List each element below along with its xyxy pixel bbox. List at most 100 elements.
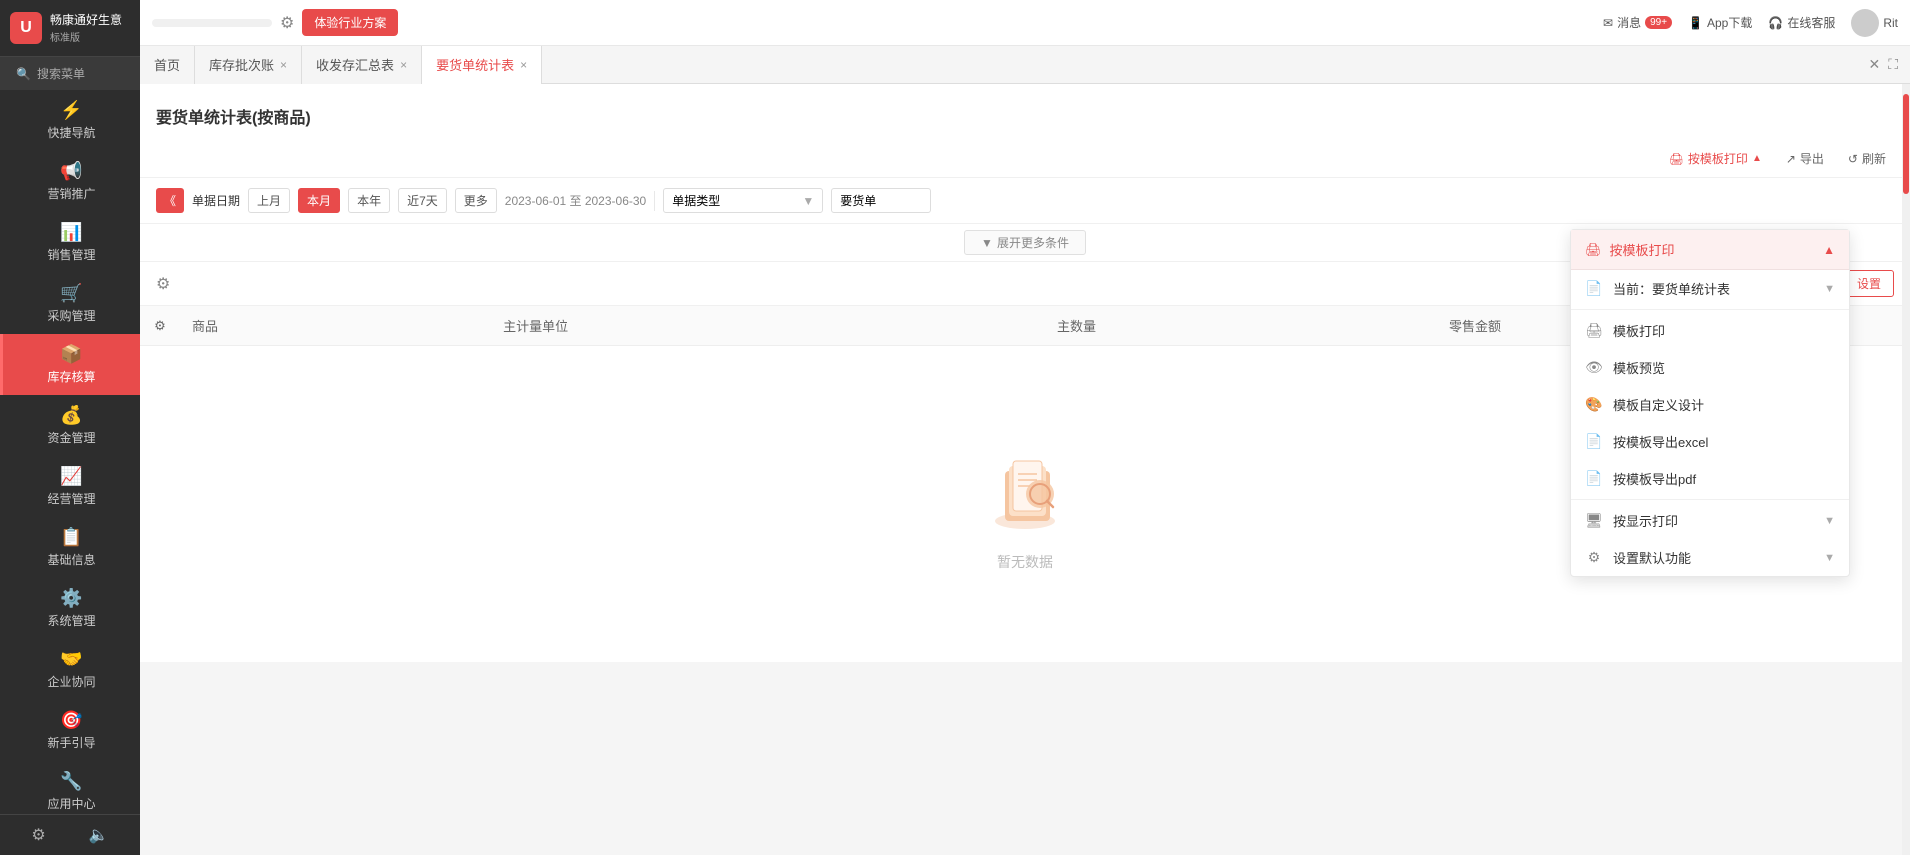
sidebar-item-basic[interactable]: 📋 基础信息 — [0, 517, 140, 578]
default-func-icon: ⚙ — [1585, 549, 1603, 566]
app-download-btn[interactable]: 📱 App下载 — [1688, 14, 1752, 31]
topbar-gear-icon[interactable]: ⚙ — [280, 13, 294, 33]
filter-expand-button[interactable]: 《 — [156, 188, 184, 213]
topbar-right: ✉ 消息 99+ 📱 App下载 🎧 在线客服 Rit — [1603, 9, 1898, 37]
topbar: ⚙ 体验行业方案 ✉ 消息 99+ 📱 App下载 🎧 在线客服 Rit — [140, 0, 1910, 46]
print-template-label: 按模板打印 — [1688, 150, 1748, 167]
date-this-month[interactable]: 本月 — [298, 188, 340, 213]
dropdown-default-func[interactable]: ⚙ 设置默认功能 ▼ — [1571, 539, 1849, 576]
sidebar-item-apps[interactable]: 🔧 应用中心 — [0, 761, 140, 814]
template-excel-icon: 📄 — [1585, 433, 1603, 450]
sidebar-item-system[interactable]: ⚙️ 系统管理 — [0, 578, 140, 639]
industry-plan-button[interactable]: 体验行业方案 — [302, 9, 398, 36]
template-excel-label: 按模板导出excel — [1613, 432, 1708, 451]
window-expand-btn[interactable]: ⛶ — [1888, 56, 1898, 73]
inventory-icon: 📦 — [60, 344, 82, 365]
sidebar-item-label: 企业协同 — [47, 673, 95, 690]
settings-button[interactable]: 设置 — [1844, 270, 1894, 297]
tab-order-stats[interactable]: 要货单统计表 × — [422, 46, 542, 84]
user-avatar-area[interactable]: Rit — [1851, 9, 1898, 37]
phone-icon: 📱 — [1688, 16, 1703, 30]
sidebar-item-inventory[interactable]: 📦 库存核算 — [0, 334, 140, 395]
operations-icon: 📈 — [60, 466, 82, 487]
sidebar-item-sales[interactable]: 📊 销售管理 — [0, 212, 140, 273]
col-product: 商品 — [180, 306, 491, 346]
dropdown-template-preview[interactable]: 👁 模板预览 — [1571, 349, 1849, 386]
topbar-left: ⚙ 体验行业方案 — [152, 9, 398, 36]
date-range-display: 2023-06-01 至 2023-06-30 — [505, 192, 646, 209]
date-last-month[interactable]: 上月 — [248, 188, 290, 213]
dropdown-template-design[interactable]: 🎨 模板自定义设计 — [1571, 386, 1849, 423]
sidebar-item-label: 库存核算 — [47, 368, 95, 385]
dropdown-template-print[interactable]: 🖨 模板打印 — [1571, 312, 1849, 349]
date-7days[interactable]: 近7天 — [398, 188, 447, 213]
display-print-label: 按显示打印 — [1613, 511, 1678, 530]
expand-more-button[interactable]: ▼ 展开更多条件 — [964, 230, 1086, 255]
sidebar-item-marketing[interactable]: 📢 营销推广 — [0, 151, 140, 212]
col-settings[interactable]: ⚙ — [140, 306, 180, 346]
app-name: 畅康通好生意 — [50, 12, 122, 29]
order-type-select[interactable]: 单据类型 ▼ — [663, 188, 823, 213]
tab-home[interactable]: 首页 — [140, 46, 195, 84]
tab-batch-account[interactable]: 库存批次账 × — [195, 46, 302, 84]
online-service-btn[interactable]: 🎧 在线客服 — [1768, 14, 1835, 31]
default-chevron: ▼ — [1824, 552, 1835, 564]
refresh-btn[interactable]: ↺ 刷新 — [1840, 146, 1894, 171]
export-icon: ↗ — [1786, 152, 1796, 166]
window-close-btn[interactable]: ✕ — [1868, 56, 1880, 73]
template-pdf-label: 按模板导出pdf — [1613, 469, 1696, 488]
tab-order-close[interactable]: × — [520, 58, 527, 72]
page-header: 要货单统计表(按商品) — [140, 84, 1910, 140]
sidebar-item-quick-nav[interactable]: ⚡ 快捷导航 — [0, 90, 140, 151]
sidebar-nav: ⚡ 快捷导航 📢 营销推广 📊 销售管理 🛒 采购管理 📦 库存核算 💰 资金管… — [0, 90, 140, 814]
finance-icon: 💰 — [60, 405, 82, 426]
tab-receipt-summary[interactable]: 收发存汇总表 × — [302, 46, 422, 84]
export-btn[interactable]: ↗ 导出 — [1778, 146, 1832, 171]
tabs-bar: 首页 库存批次账 × 收发存汇总表 × 要货单统计表 × ✕ ⛶ — [140, 46, 1910, 84]
guide-icon: 🎯 — [60, 710, 82, 731]
dropdown-template-excel[interactable]: 📄 按模板导出excel — [1571, 423, 1849, 460]
print-template-btn[interactable]: 🖨 按模板打印 ▲ — [1661, 146, 1770, 171]
default-func-label: 设置默认功能 — [1613, 548, 1691, 567]
divider-1 — [1571, 309, 1849, 310]
current-chevron-down: ▼ — [1824, 283, 1835, 295]
topbar-search-box[interactable] — [152, 19, 272, 27]
order-type-label: 单据类型 — [672, 192, 720, 209]
tab-batch-close[interactable]: × — [280, 58, 287, 72]
dropdown-chevron-up[interactable]: ▲ — [1823, 243, 1835, 257]
page-title: 要货单统计表(按商品) — [156, 96, 1894, 140]
sidebar-search[interactable]: 🔍 搜索菜单 — [0, 57, 140, 90]
sidebar-item-guide[interactable]: 🎯 新手引导 — [0, 700, 140, 761]
dropdown-template-pdf[interactable]: 📄 按模板导出pdf — [1571, 460, 1849, 497]
dropdown-display-print[interactable]: 🖥 按显示打印 ▼ — [1571, 502, 1849, 539]
right-scrollbar[interactable] — [1902, 84, 1910, 855]
dropdown-current-template[interactable]: 📄 当前：要货单统计表 ▼ — [1571, 270, 1849, 307]
date-this-year[interactable]: 本年 — [348, 188, 390, 213]
table-settings-icon[interactable]: ⚙ — [156, 274, 170, 294]
sidebar-item-operations[interactable]: 📈 经营管理 — [0, 456, 140, 517]
col-unit: 主计量单位 — [491, 306, 1045, 346]
divider-2 — [1571, 499, 1849, 500]
display-chevron: ▼ — [1824, 515, 1835, 527]
sidebar-item-label: 应用中心 — [47, 795, 95, 812]
messages-btn[interactable]: ✉ 消息 99+ — [1603, 14, 1672, 31]
collab-icon: 🤝 — [60, 649, 82, 670]
col-settings-icon: ⚙ — [154, 318, 166, 333]
apps-icon: 🔧 — [60, 771, 82, 792]
dropdown-default-left: ⚙ 设置默认功能 — [1585, 548, 1691, 567]
order-subtype-select[interactable]: 要货单 — [831, 188, 931, 213]
sidebar-item-collab[interactable]: 🤝 企业协同 — [0, 639, 140, 700]
date-more[interactable]: 更多 — [455, 188, 497, 213]
speaker-footer-btn[interactable]: 🔈 — [89, 825, 109, 845]
sidebar-item-finance[interactable]: 💰 资金管理 — [0, 395, 140, 456]
sidebar-item-label: 经营管理 — [47, 490, 95, 507]
logo-icon: U — [10, 12, 42, 44]
current-template-icon: 📄 — [1585, 280, 1603, 297]
template-print-icon: 🖨 — [1585, 322, 1603, 339]
print-dropdown: 🖨 按模板打印 ▲ 📄 当前：要货单统计表 ▼ 🖨 模板打印 👁 模板预览 — [1570, 229, 1850, 577]
sidebar-item-purchase[interactable]: 🛒 采购管理 — [0, 273, 140, 334]
tab-receipt-close[interactable]: × — [400, 58, 407, 72]
template-print-label: 模板打印 — [1613, 321, 1665, 340]
quick-nav-icon: ⚡ — [60, 100, 82, 121]
settings-footer-btn[interactable]: ⚙ — [31, 825, 45, 845]
